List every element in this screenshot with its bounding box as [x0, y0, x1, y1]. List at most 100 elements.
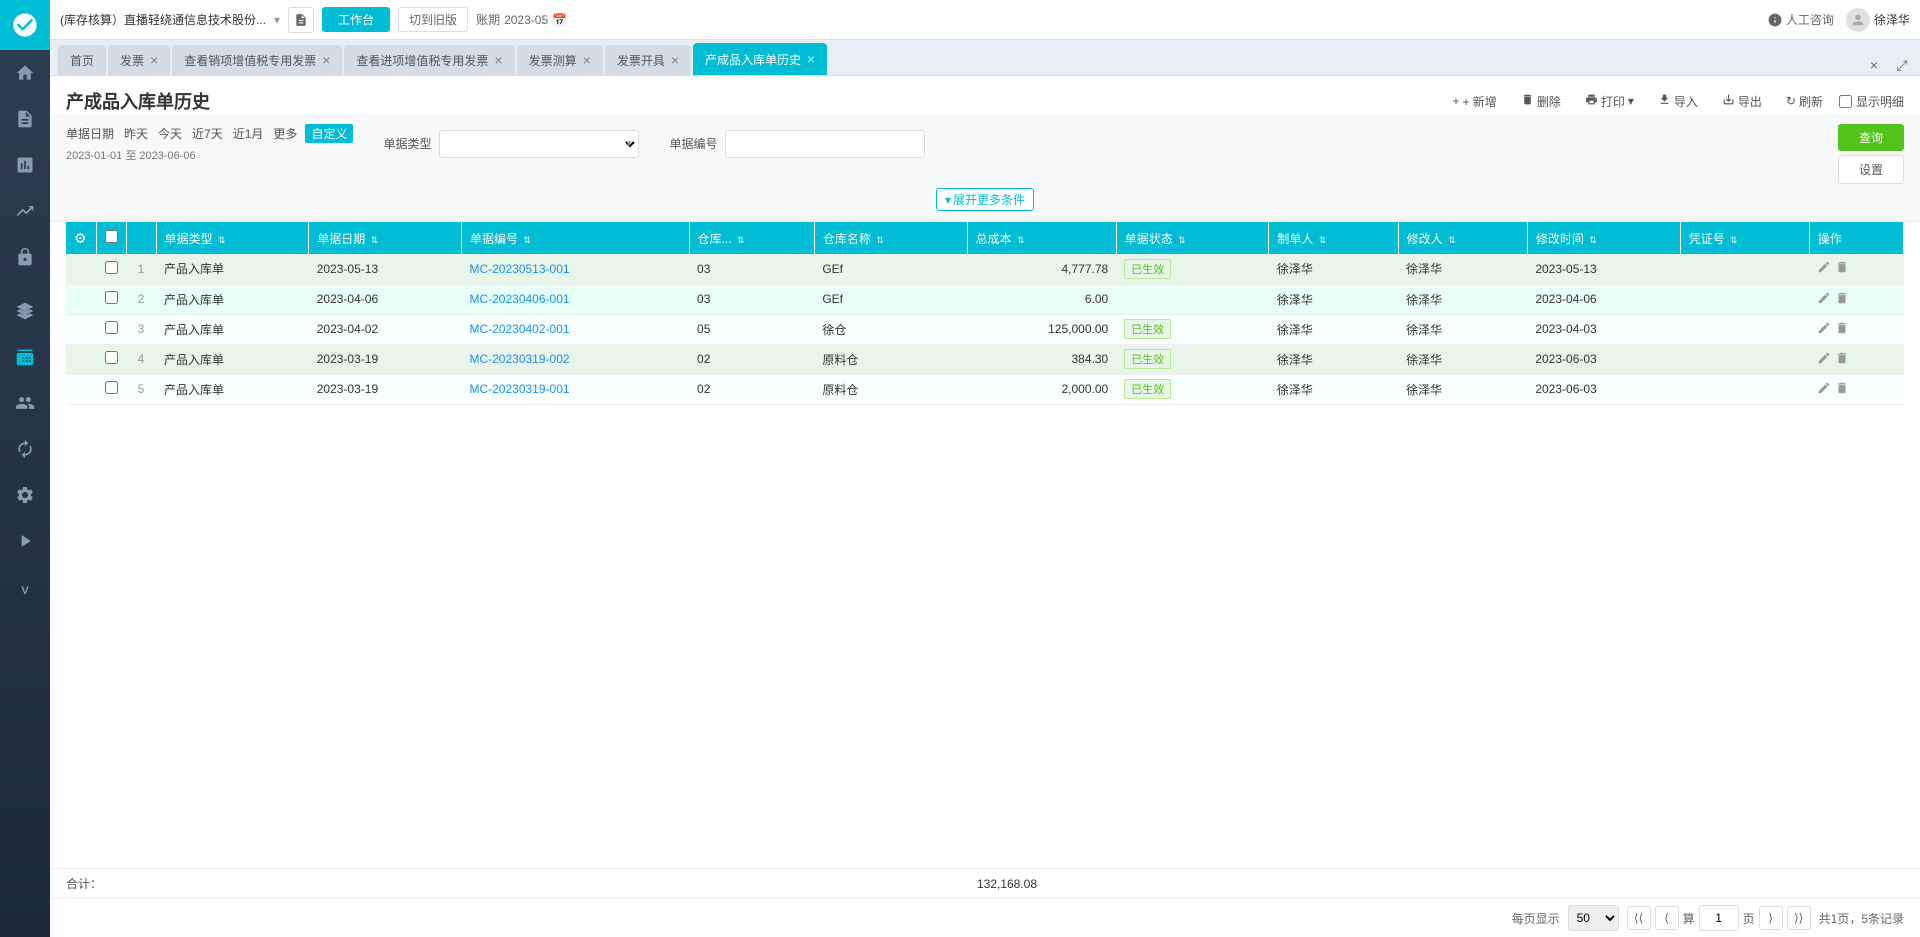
doc-number-link[interactable]: MC-20230406-001: [469, 292, 569, 306]
window-close-btn[interactable]: ×: [1864, 55, 1884, 75]
tab-invoice[interactable]: 发票 ×: [108, 45, 170, 75]
th-modifier[interactable]: 修改人 ⇅: [1398, 222, 1527, 254]
th-doc-status-sort[interactable]: ⇅: [1178, 235, 1186, 245]
sidebar-item-analytics[interactable]: [0, 188, 50, 234]
th-warehouse-code[interactable]: 仓库... ⇅: [689, 222, 814, 254]
user-name[interactable]: 徐泽华: [1846, 8, 1910, 32]
new-button[interactable]: + + 新增: [1444, 89, 1504, 114]
th-voucher[interactable]: 凭证号 ⇅: [1680, 222, 1809, 254]
user-service[interactable]: 人工咨询: [1768, 11, 1834, 28]
th-warehouse-name-sort[interactable]: ⇅: [876, 235, 884, 245]
tab-view-purchase-vat[interactable]: 查看进项增值税专用发票 ×: [344, 45, 514, 75]
company-dropdown-icon[interactable]: ▾: [274, 13, 280, 27]
prev-page-btn[interactable]: ⟨: [1655, 906, 1679, 930]
sidebar-item-users[interactable]: [0, 380, 50, 426]
next-page-btn[interactable]: ⟩: [1759, 906, 1783, 930]
first-page-btn[interactable]: ⟨⟨: [1627, 906, 1651, 930]
th-doc-number-sort[interactable]: ⇅: [523, 235, 531, 245]
tab-view-sales-vat-close[interactable]: ×: [322, 53, 330, 67]
row-checkbox[interactable]: [105, 381, 118, 394]
sidebar-item-chart[interactable]: [0, 142, 50, 188]
row-checkbox[interactable]: [105, 291, 118, 304]
row-delete-icon[interactable]: [1835, 291, 1849, 308]
row-delete-icon[interactable]: [1835, 321, 1849, 338]
select-all-checkbox[interactable]: [105, 230, 118, 243]
date-btn-1month[interactable]: 近1月: [231, 124, 266, 143]
th-doc-number[interactable]: 单据编号 ⇅: [461, 222, 689, 254]
last-page-btn[interactable]: ⟩⟩: [1787, 906, 1811, 930]
row-delete-icon[interactable]: [1835, 260, 1849, 277]
th-voucher-sort[interactable]: ⇅: [1730, 235, 1738, 245]
refresh-button[interactable]: ↻ 刷新: [1778, 89, 1831, 114]
calendar-icon[interactable]: 📅: [552, 13, 567, 27]
tab-product-instock-history-close[interactable]: ×: [807, 52, 815, 66]
tab-home[interactable]: 首页: [58, 45, 106, 75]
doc-type-select[interactable]: [439, 130, 639, 158]
row-edit-icon[interactable]: [1817, 260, 1831, 277]
date-btn-yesterday[interactable]: 昨天: [122, 124, 150, 143]
query-button[interactable]: 查询: [1838, 124, 1904, 151]
th-total-cost[interactable]: 总成本 ⇅: [967, 222, 1116, 254]
doc-number-link[interactable]: MC-20230402-001: [469, 322, 569, 336]
tab-invoice-close[interactable]: ×: [150, 53, 158, 67]
settings-gear-icon[interactable]: ⚙: [74, 230, 87, 246]
th-doc-type[interactable]: 单据类型 ⇅: [156, 222, 309, 254]
tab-view-purchase-vat-close[interactable]: ×: [494, 53, 502, 67]
sidebar-item-stack[interactable]: [0, 288, 50, 334]
switch-version-button[interactable]: 切到旧版: [398, 7, 468, 32]
date-btn-7days[interactable]: 近7天: [190, 124, 225, 143]
th-modify-time[interactable]: 修改时间 ⇅: [1527, 222, 1680, 254]
row-edit-icon[interactable]: [1817, 351, 1831, 368]
print-dropdown-icon[interactable]: ▾: [1628, 94, 1634, 108]
export-button[interactable]: 导出: [1714, 89, 1770, 114]
tab-product-instock-history[interactable]: 产成品入库单历史 ×: [693, 43, 827, 75]
sidebar-item-docs[interactable]: [0, 96, 50, 142]
date-btn-custom[interactable]: 自定义: [305, 124, 353, 143]
th-modifier-sort[interactable]: ⇅: [1448, 235, 1456, 245]
th-doc-date-sort[interactable]: ⇅: [371, 235, 379, 245]
expand-filter-button[interactable]: ▾ 展开更多条件: [936, 188, 1034, 211]
row-delete-icon[interactable]: [1835, 381, 1849, 398]
th-doc-date[interactable]: 单据日期 ⇅: [309, 222, 462, 254]
show-detail-checkbox[interactable]: [1839, 95, 1852, 108]
doc-number-input[interactable]: [725, 130, 925, 158]
show-detail-checkbox-wrapper[interactable]: 显示明细: [1839, 93, 1904, 110]
doc-number-link[interactable]: MC-20230319-001: [469, 382, 569, 396]
tab-invoice-open[interactable]: 发票开具 ×: [605, 45, 691, 75]
tab-invoice-calc[interactable]: 发票测算 ×: [517, 45, 603, 75]
tab-invoice-calc-close[interactable]: ×: [583, 53, 591, 67]
doc-number-link[interactable]: MC-20230513-001: [469, 262, 569, 276]
workbench-button[interactable]: 工作台: [322, 7, 390, 32]
th-warehouse-code-sort[interactable]: ⇅: [737, 235, 745, 245]
page-number-input[interactable]: [1699, 905, 1739, 931]
sidebar-item-settings[interactable]: [0, 472, 50, 518]
th-warehouse-name[interactable]: 仓库名称 ⇅: [814, 222, 967, 254]
date-btn-more[interactable]: 更多: [271, 124, 299, 143]
sidebar-item-play[interactable]: [0, 518, 50, 564]
row-checkbox[interactable]: [105, 261, 118, 274]
window-maximize-btn[interactable]: ⤢: [1892, 55, 1912, 75]
setting-button[interactable]: 设置: [1838, 155, 1904, 184]
th-doc-status[interactable]: 单据状态 ⇅: [1116, 222, 1269, 254]
import-button[interactable]: 导入: [1650, 89, 1706, 114]
th-creator[interactable]: 制单人 ⇅: [1269, 222, 1398, 254]
sidebar-item-version[interactable]: V: [0, 568, 50, 614]
sidebar-item-refresh[interactable]: [0, 426, 50, 472]
sidebar-item-warehouse[interactable]: [0, 334, 50, 380]
row-edit-icon[interactable]: [1817, 381, 1831, 398]
doc-icon[interactable]: [288, 7, 314, 33]
sidebar-item-lock[interactable]: [0, 234, 50, 280]
delete-button[interactable]: 删除: [1513, 89, 1569, 114]
page-size-select[interactable]: 50 100 200: [1568, 905, 1619, 931]
tab-view-sales-vat[interactable]: 查看销项增值税专用发票 ×: [172, 45, 342, 75]
row-edit-icon[interactable]: [1817, 321, 1831, 338]
row-checkbox[interactable]: [105, 321, 118, 334]
date-btn-today[interactable]: 今天: [156, 124, 184, 143]
row-checkbox[interactable]: [105, 351, 118, 364]
sidebar-item-home[interactable]: [0, 50, 50, 96]
row-edit-icon[interactable]: [1817, 291, 1831, 308]
th-modify-time-sort[interactable]: ⇅: [1589, 235, 1597, 245]
print-button[interactable]: 打印 ▾: [1577, 89, 1642, 114]
th-creator-sort[interactable]: ⇅: [1319, 235, 1327, 245]
th-total-cost-sort[interactable]: ⇅: [1017, 235, 1025, 245]
